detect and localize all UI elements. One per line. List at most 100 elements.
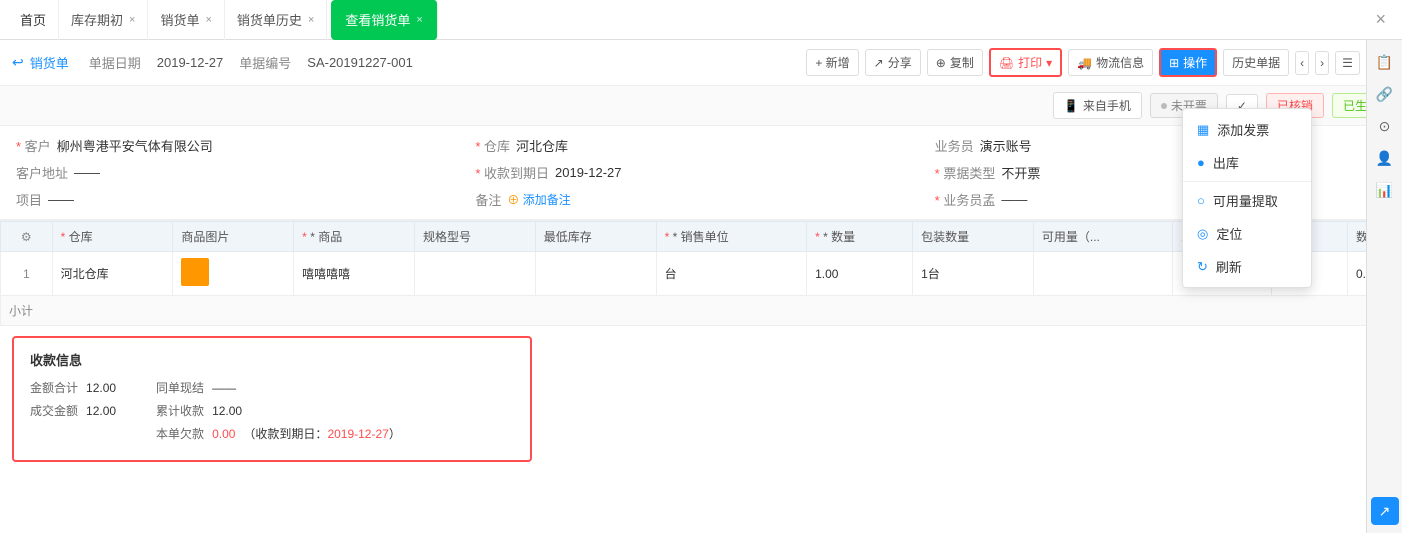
deal-amount-label: 成交金额 [30,402,78,419]
total-amount-value: 12.00 [86,381,116,395]
operations-button-label: 操作 [1183,54,1207,71]
outstanding-field: 本单欠款 0.00 （收款到期日：2019-12-27） [156,425,401,442]
operations-button[interactable]: ⊞ 操作 [1159,48,1217,77]
sidebar-expand-button[interactable]: ↗ [1371,497,1399,525]
sidebar-link-button[interactable]: 🔗 [1371,80,1399,108]
tab-sales-history[interactable]: 销货单历史 × [225,0,327,40]
tab-history-close[interactable]: × [308,14,314,26]
salesperson-field: 业务员孟 —— [935,190,1386,209]
sidebar-chart-button[interactable]: 📊 [1371,176,1399,204]
add-remark-button[interactable]: ⊕ 添加备注 [507,191,570,208]
copy-button[interactable]: ⊕ 复制 [927,49,983,76]
view-list-button[interactable]: ☰ [1335,51,1360,75]
col-gear[interactable]: ⚙ [1,222,53,252]
col-warehouse: 仓库 [52,222,173,252]
nav-prev-button[interactable]: ‹ [1295,51,1309,75]
salesperson-value: —— [1001,192,1027,207]
payment-row-2: 成交金额 12.00 累计收款 12.00 [30,402,514,419]
share-button-label: 分享 [888,54,912,71]
nav-next-button[interactable]: › [1315,51,1329,75]
outstanding-label: 本单欠款 [156,425,204,442]
available-qty-item[interactable]: ○ 可用量提取 [1183,184,1311,217]
total-received-value: 12.00 [212,404,242,418]
total-amount-label: 金额合计 [30,379,78,396]
tab-sales-order[interactable]: 销货单 × [148,0,224,40]
add-remark-label: 添加备注 [523,193,571,207]
ticket-type-field: 票据类型 不开票 [935,163,1386,182]
form-row-3: 项目 —— 备注 ⊕ 添加备注 业务员孟 —— [16,190,1386,209]
staff-label: 业务员 [935,136,974,155]
from-mobile-button[interactable]: 📱 来自手机 [1053,92,1142,119]
sidebar-circle-button[interactable]: ⊙ [1371,112,1399,140]
tab-view-sales[interactable]: 查看销货单 × [331,0,437,40]
refresh-icon: ↻ [1197,259,1208,275]
address-value: —— [74,165,100,180]
outstanding-value: 0.00 [212,427,235,441]
doc-title-text: 销货单 [30,53,69,72]
available-qty-icon: ○ [1197,193,1205,208]
ticket-type-value: 不开票 [1001,163,1040,182]
col-unit: * 销售单位 [656,222,807,252]
sidebar-user-button[interactable]: 👤 [1371,144,1399,172]
same-order-field: 同单现结 —— [156,379,236,396]
due-date-value: 2019-12-27 [555,165,622,180]
payment-row-3: 成交金额 12.00 本单欠款 0.00 （收款到期日：2019-12-27） [30,425,514,442]
print-dropdown-icon: ▾ [1046,56,1052,70]
new-button[interactable]: + 新增 [806,49,858,76]
row-img [173,252,294,296]
refresh-item[interactable]: ↻ 刷新 [1183,250,1311,283]
window-close-button[interactable]: × [1367,9,1394,30]
sidebar-doc-button[interactable]: 📋 [1371,48,1399,76]
locate-icon: ◎ [1197,226,1208,242]
locate-item[interactable]: ◎ 定位 [1183,217,1311,250]
history-records-button[interactable]: 历史单据 [1223,49,1289,76]
add-invoice-item[interactable]: ▦ 添加发票 [1183,113,1311,146]
customer-value: 柳州粤港平安气体有限公司 [57,136,213,155]
outbound-icon: ● [1197,155,1205,170]
tab-view-close[interactable]: × [416,14,422,26]
date-label: 单据日期 [89,53,141,72]
address-field: 客户地址 —— [16,163,467,182]
sales-order-icon: ↩ [12,54,24,71]
warehouse-label: 仓库 [475,136,510,155]
outbound-label: 出库 [1213,153,1239,172]
mobile-icon: 📱 [1064,99,1079,113]
row-spec [414,252,535,296]
form-row-2: 客户地址 —— 收款到期日 2019-12-27 票据类型 不开票 [16,163,1386,182]
copy-button-label: 复制 [950,54,974,71]
add-invoice-icon: ▦ [1197,122,1209,138]
operations-dropdown: ▦ 添加发票 ● 出库 ○ 可用量提取 ◎ 定位 ↻ 刷新 [1182,108,1312,288]
row-available [1033,252,1172,296]
tab-inventory-close[interactable]: × [129,14,135,26]
copy-icon: ⊕ [936,56,946,70]
col-available: 可用量（... [1033,222,1172,252]
total-amount-field: 金额合计 12.00 [30,379,116,396]
tab-sales-label: 销货单 [160,10,199,29]
print-button[interactable]: 🖨 打印 ▾ [989,48,1062,77]
date-value: 2019-12-27 [157,55,224,70]
row-num: 1 [1,252,53,296]
project-field: 项目 —— [16,190,467,209]
tab-sales-close[interactable]: × [205,14,211,26]
col-spec: 规格型号 [414,222,535,252]
warehouse-field: 仓库 河北仓库 [475,136,926,155]
not-opened-dot [1161,103,1167,109]
logistics-button-label: 物流信息 [1096,54,1144,71]
logistics-button[interactable]: 🚚 物流信息 [1068,49,1153,76]
tab-home[interactable]: 首页 [8,0,59,40]
available-qty-label: 可用量提取 [1213,191,1278,210]
tab-inventory-init[interactable]: 库存期初 × [59,0,148,40]
col-img: 商品图片 [173,222,294,252]
outbound-item[interactable]: ● 出库 [1183,146,1311,179]
col-qty: * 数量 [807,222,913,252]
subtotal-row: 小计 [1,296,1402,326]
payment-row-1: 金额合计 12.00 同单现结 —— [30,379,514,396]
share-button[interactable]: ↗ 分享 [865,49,921,76]
locate-label: 定位 [1216,224,1242,243]
outstanding-note: （收款到期日：2019-12-27） [243,425,400,442]
chevron-left-icon: ‹ [1300,56,1304,70]
tab-home-label: 首页 [20,10,46,29]
row-unit: 台 [656,252,807,296]
history-records-label: 历史单据 [1232,56,1280,70]
address-label: 客户地址 [16,163,68,182]
